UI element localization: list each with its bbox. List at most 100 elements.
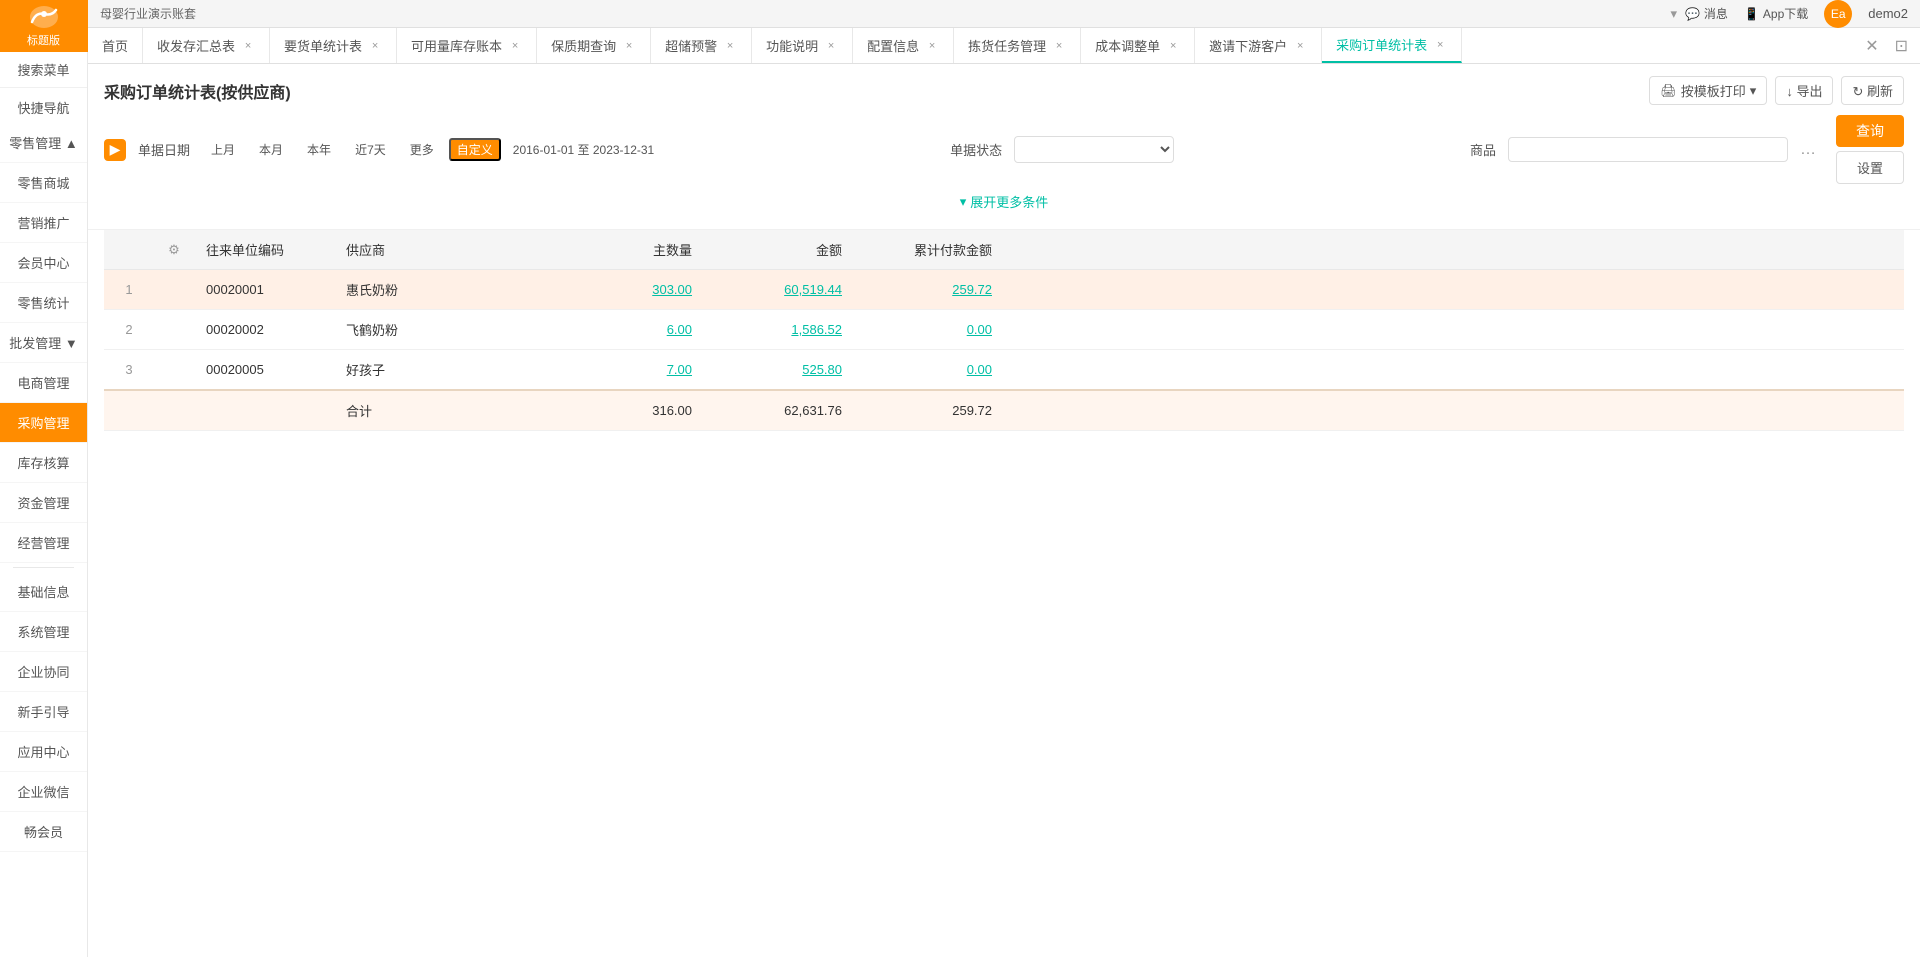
summary-qty: 316.00 xyxy=(584,390,704,431)
th-settings[interactable]: ⚙ xyxy=(154,230,194,270)
tab-config[interactable]: 配置信息 × xyxy=(853,28,954,63)
username-label: demo2 xyxy=(1868,6,1908,21)
message-btn[interactable]: 💬 消息 xyxy=(1685,5,1728,22)
sidebar-item-member[interactable]: 会员中心 xyxy=(0,243,87,283)
close-tab-receive[interactable]: × xyxy=(241,39,255,53)
expand-more-btn[interactable]: ▾ 展开更多条件 xyxy=(960,192,1049,211)
sidebar-item-retail-shop[interactable]: 零售商城 xyxy=(0,163,87,203)
workspace-dropdown-icon[interactable]: ▾ xyxy=(1670,6,1677,22)
sidebar-item-wechat[interactable]: 企业微信 xyxy=(0,772,87,812)
close-tab-pick[interactable]: × xyxy=(1052,39,1066,53)
refresh-btn[interactable]: ↻ 刷新 xyxy=(1841,76,1904,105)
cell-extra xyxy=(1004,270,1904,310)
cell-paid[interactable]: 259.72 xyxy=(854,270,1004,310)
cell-settings xyxy=(154,270,194,310)
quick-this-year[interactable]: 本年 xyxy=(298,138,340,161)
sidebar-item-finance[interactable]: 资金管理 xyxy=(0,483,87,523)
quick-more[interactable]: 更多 xyxy=(401,138,443,161)
close-tab-order[interactable]: × xyxy=(368,39,382,53)
data-table: ⚙ 往来单位编码 供应商 主数量 金额 累计付款金额 1 xyxy=(104,230,1904,431)
close-tab-cost[interactable]: × xyxy=(1166,39,1180,53)
cell-extra xyxy=(1004,350,1904,391)
tab-receive-summary[interactable]: 收发存汇总表 × xyxy=(143,28,270,63)
cell-amount[interactable]: 60,519.44 xyxy=(704,270,854,310)
tab-cost-adjust[interactable]: 成本调整单 × xyxy=(1081,28,1195,63)
cell-qty[interactable]: 6.00 xyxy=(584,310,704,350)
sidebar-item-vip[interactable]: 畅会员 xyxy=(0,812,87,852)
summary-settings xyxy=(154,390,194,431)
filter-toggle-btn[interactable]: ▶ xyxy=(104,139,126,161)
sidebar-item-appcenter[interactable]: 应用中心 xyxy=(0,732,87,772)
close-tab-invite[interactable]: × xyxy=(1293,39,1307,53)
tab-pick-task[interactable]: 拣货任务管理 × xyxy=(954,28,1081,63)
tab-invite[interactable]: 邀请下游客户 × xyxy=(1195,28,1322,63)
sidebar-item-marketing[interactable]: 营销推广 xyxy=(0,203,87,243)
th-paid: 累计付款金额 xyxy=(854,230,1004,270)
close-all-tabs-btn[interactable]: ✕ xyxy=(1861,36,1882,56)
cell-supplier: 好孩子 xyxy=(334,350,584,391)
sidebar-item-business[interactable]: 经营管理 xyxy=(0,523,87,563)
cell-code: 00020002 xyxy=(194,310,334,350)
sidebar-item-retail[interactable]: 零售管理 ▲ xyxy=(0,123,87,163)
sidebar-item-newguide[interactable]: 新手引导 xyxy=(0,692,87,732)
table-row: 1 00020001 惠氏奶粉 303.00 60,519.44 259.72 xyxy=(104,270,1904,310)
th-extra xyxy=(1004,230,1904,270)
tab-home[interactable]: 首页 xyxy=(88,28,143,63)
cell-paid[interactable]: 0.00 xyxy=(854,310,1004,350)
expand-tabs-btn[interactable]: ⊡ xyxy=(1891,36,1912,56)
cell-amount[interactable]: 525.80 xyxy=(704,350,854,391)
cell-amount[interactable]: 1,586.52 xyxy=(704,310,854,350)
tab-overstock[interactable]: 超储预警 × xyxy=(651,28,752,63)
cell-paid[interactable]: 0.00 xyxy=(854,350,1004,391)
close-tab-overstock[interactable]: × xyxy=(723,39,737,53)
cell-qty[interactable]: 7.00 xyxy=(584,350,704,391)
expand-row: ▾ 展开更多条件 xyxy=(104,184,1904,219)
settings-btn[interactable]: 设置 xyxy=(1836,151,1904,184)
app-download-btn[interactable]: 📱 App下载 xyxy=(1744,5,1808,22)
cell-qty[interactable]: 303.00 xyxy=(584,270,704,310)
sidebar-item-purchase[interactable]: 采购管理 xyxy=(0,403,87,443)
template-print-btn[interactable]: 🖨 按模板打印 ▾ xyxy=(1649,76,1767,105)
quick-nav-label: 快捷导航 xyxy=(0,88,87,123)
goods-input[interactable] xyxy=(1508,137,1788,162)
quick-7-days[interactable]: 近7天 xyxy=(346,138,395,161)
cell-settings xyxy=(154,350,194,391)
status-select[interactable] xyxy=(1014,136,1174,163)
close-tab-config[interactable]: × xyxy=(925,39,939,53)
close-tab-purchase[interactable]: × xyxy=(1433,38,1447,52)
filter-area: ▶ 单据日期 上月 本月 本年 近7天 更多 自定义 2016-01-01 至 … xyxy=(88,105,1920,230)
goods-label: 商品 xyxy=(1470,140,1496,159)
sidebar-item-inventory[interactable]: 库存核算 xyxy=(0,443,87,483)
sidebar-item-basic[interactable]: 基础信息 xyxy=(0,572,87,612)
sidebar-item-system[interactable]: 系统管理 xyxy=(0,612,87,652)
close-tab-expiry[interactable]: × xyxy=(622,39,636,53)
quick-last-month[interactable]: 上月 xyxy=(202,138,244,161)
close-tab-stock[interactable]: × xyxy=(508,39,522,53)
sidebar-item-ecommerce[interactable]: 电商管理 xyxy=(0,363,87,403)
export-icon: ↓ xyxy=(1786,84,1793,99)
tab-purchase-order-stats[interactable]: 采购订单统计表 × xyxy=(1322,28,1462,63)
tab-function[interactable]: 功能说明 × xyxy=(752,28,853,63)
th-supplier: 供应商 xyxy=(334,230,584,270)
close-tab-function[interactable]: × xyxy=(824,39,838,53)
settings-icon[interactable]: ⚙ xyxy=(168,242,180,257)
sidebar-item-enterprise[interactable]: 企业协同 xyxy=(0,652,87,692)
user-avatar[interactable]: Ea xyxy=(1824,0,1852,28)
custom-date-btn[interactable]: 自定义 xyxy=(449,138,501,161)
page-header: 采购订单统计表(按供应商) 🖨 按模板打印 ▾ ↓ 导出 ↻ 刷新 xyxy=(88,64,1920,105)
sidebar-item-retail-stats[interactable]: 零售统计 xyxy=(0,283,87,323)
sidebar-item-wholesale[interactable]: 批发管理 ▼ xyxy=(0,323,87,363)
quick-this-month[interactable]: 本月 xyxy=(250,138,292,161)
topbar: 母婴行业演示账套 ▾ 💬 消息 📱 App下载 Ea demo2 xyxy=(88,0,1920,28)
tab-order-stats[interactable]: 要货单统计表 × xyxy=(270,28,397,63)
tab-available-stock[interactable]: 可用量库存账本 × xyxy=(397,28,537,63)
print-icon: 🖨 xyxy=(1660,83,1677,99)
search-btn[interactable]: 查询 xyxy=(1836,115,1904,147)
export-btn[interactable]: ↓ 导出 xyxy=(1775,76,1833,105)
tab-expiry[interactable]: 保质期查询 × xyxy=(537,28,651,63)
goods-input-more-icon[interactable]: … xyxy=(1800,141,1816,159)
search-menu-label: 搜索菜单 xyxy=(17,63,69,78)
app-logo[interactable]: 标题版 xyxy=(0,0,88,52)
summary-amount: 62,631.76 xyxy=(704,390,854,431)
search-menu[interactable]: 搜索菜单 xyxy=(0,52,87,88)
